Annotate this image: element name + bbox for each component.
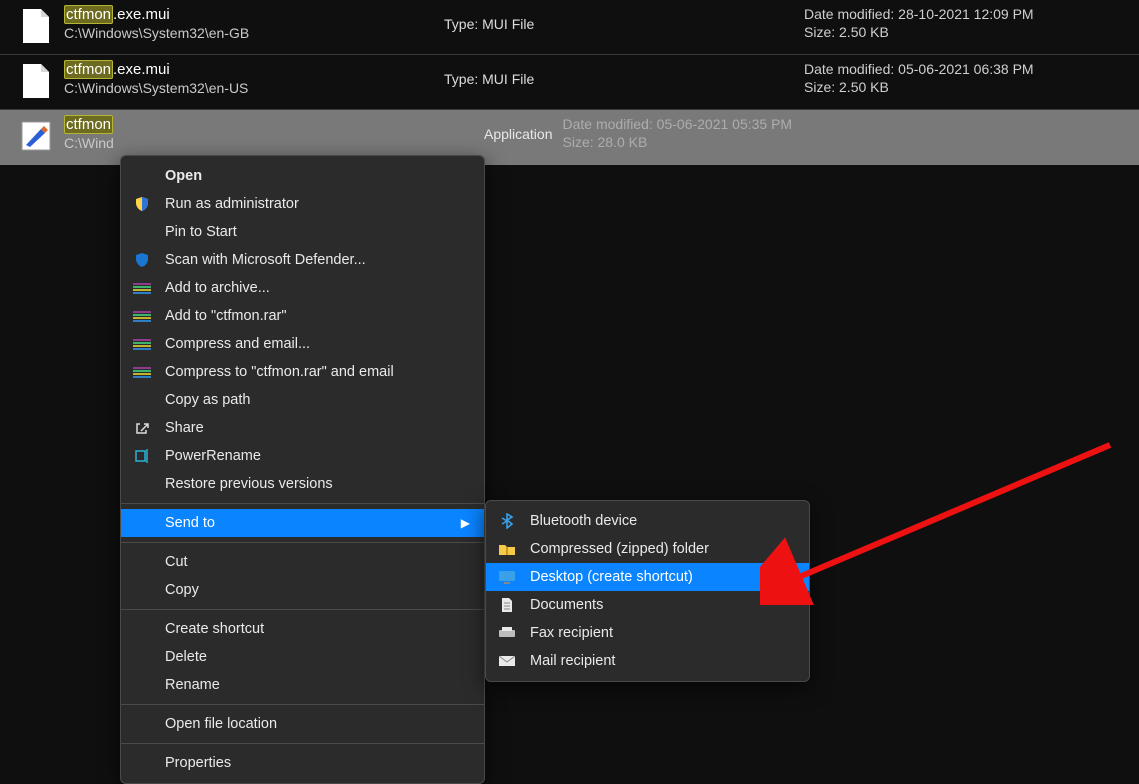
menu-send-to[interactable]: Send to▶ [121, 509, 484, 537]
folder-zip-icon [496, 538, 518, 560]
file-path: C:\Wind [64, 135, 114, 151]
file-type: Type: MUI File [444, 61, 804, 87]
file-path: C:\Windows\System32\en-US [64, 80, 444, 96]
submenu-zip[interactable]: Compressed (zipped) folder [486, 535, 809, 563]
powerrename-icon [131, 445, 153, 467]
menu-separator [121, 542, 484, 543]
menu-cut[interactable]: Cut [121, 548, 484, 576]
submenu-fax[interactable]: Fax recipient [486, 619, 809, 647]
menu-separator [121, 704, 484, 705]
share-icon [131, 417, 153, 439]
file-date: Date modified: 28-10-2021 12:09 PM [804, 6, 1127, 22]
chevron-right-icon: ▶ [461, 516, 470, 530]
submenu-bluetooth[interactable]: Bluetooth device [486, 507, 809, 535]
mail-icon [496, 650, 518, 672]
send-to-submenu: Bluetooth device Compressed (zipped) fol… [485, 500, 810, 682]
file-name: ctfmon.exe.mui [64, 6, 444, 23]
menu-add-archive[interactable]: Add to archive... [121, 274, 484, 302]
archive-icon [131, 333, 153, 355]
bluetooth-icon [496, 510, 518, 532]
menu-open-location[interactable]: Open file location [121, 710, 484, 738]
menu-restore[interactable]: Restore previous versions [121, 470, 484, 498]
shield-icon [131, 193, 153, 215]
menu-add-rar[interactable]: Add to "ctfmon.rar" [121, 302, 484, 330]
menu-defender[interactable]: Scan with Microsoft Defender... [121, 246, 484, 274]
file-icon [20, 61, 52, 101]
archive-icon [131, 361, 153, 383]
file-size: Size: 2.50 KB [804, 79, 1127, 95]
submenu-documents[interactable]: Documents [486, 591, 809, 619]
file-size: Size: 2.50 KB [804, 24, 1127, 40]
archive-icon [131, 305, 153, 327]
file-name: ctfmon.exe.mui [64, 61, 444, 78]
menu-open[interactable]: Open [121, 162, 484, 190]
menu-share[interactable]: Share [121, 414, 484, 442]
menu-powerrename[interactable]: PowerRename [121, 442, 484, 470]
file-path: C:\Windows\System32\en-GB [64, 25, 444, 41]
menu-compress-email[interactable]: Compress and email... [121, 330, 484, 358]
app-icon [20, 116, 52, 156]
file-list: ctfmon.exe.mui C:\Windows\System32\en-GB… [0, 0, 1139, 165]
file-row[interactable]: ctfmon.exe.mui C:\Windows\System32\en-US… [0, 55, 1139, 110]
menu-rename[interactable]: Rename [121, 671, 484, 699]
file-row[interactable]: ctfmon.exe.mui C:\Windows\System32\en-GB… [0, 0, 1139, 55]
menu-pin-start[interactable]: Pin to Start [121, 218, 484, 246]
file-icon [20, 6, 52, 46]
menu-compress-rar-email[interactable]: Compress to "ctfmon.rar" and email [121, 358, 484, 386]
menu-copy-path[interactable]: Copy as path [121, 386, 484, 414]
submenu-desktop[interactable]: Desktop (create shortcut) [486, 563, 809, 591]
file-type: Type: MUI File [444, 6, 804, 32]
menu-properties[interactable]: Properties [121, 749, 484, 777]
desktop-icon [496, 566, 518, 588]
menu-delete[interactable]: Delete [121, 643, 484, 671]
menu-separator [121, 503, 484, 504]
defender-icon [131, 249, 153, 271]
file-name: ctfmon [64, 116, 114, 133]
file-size: Size: 28.0 KB [563, 134, 1128, 150]
document-icon [496, 594, 518, 616]
file-type: Application [114, 116, 553, 142]
archive-icon [131, 277, 153, 299]
menu-create-shortcut[interactable]: Create shortcut [121, 615, 484, 643]
fax-icon [496, 622, 518, 644]
menu-separator [121, 609, 484, 610]
menu-run-admin[interactable]: Run as administrator [121, 190, 484, 218]
menu-copy[interactable]: Copy [121, 576, 484, 604]
annotation-arrow [760, 435, 1120, 605]
context-menu: Open Run as administrator Pin to Start S… [120, 155, 485, 784]
submenu-mail[interactable]: Mail recipient [486, 647, 809, 675]
menu-separator [121, 743, 484, 744]
file-date: Date modified: 05-06-2021 05:35 PM [563, 116, 1128, 132]
file-date: Date modified: 05-06-2021 06:38 PM [804, 61, 1127, 77]
